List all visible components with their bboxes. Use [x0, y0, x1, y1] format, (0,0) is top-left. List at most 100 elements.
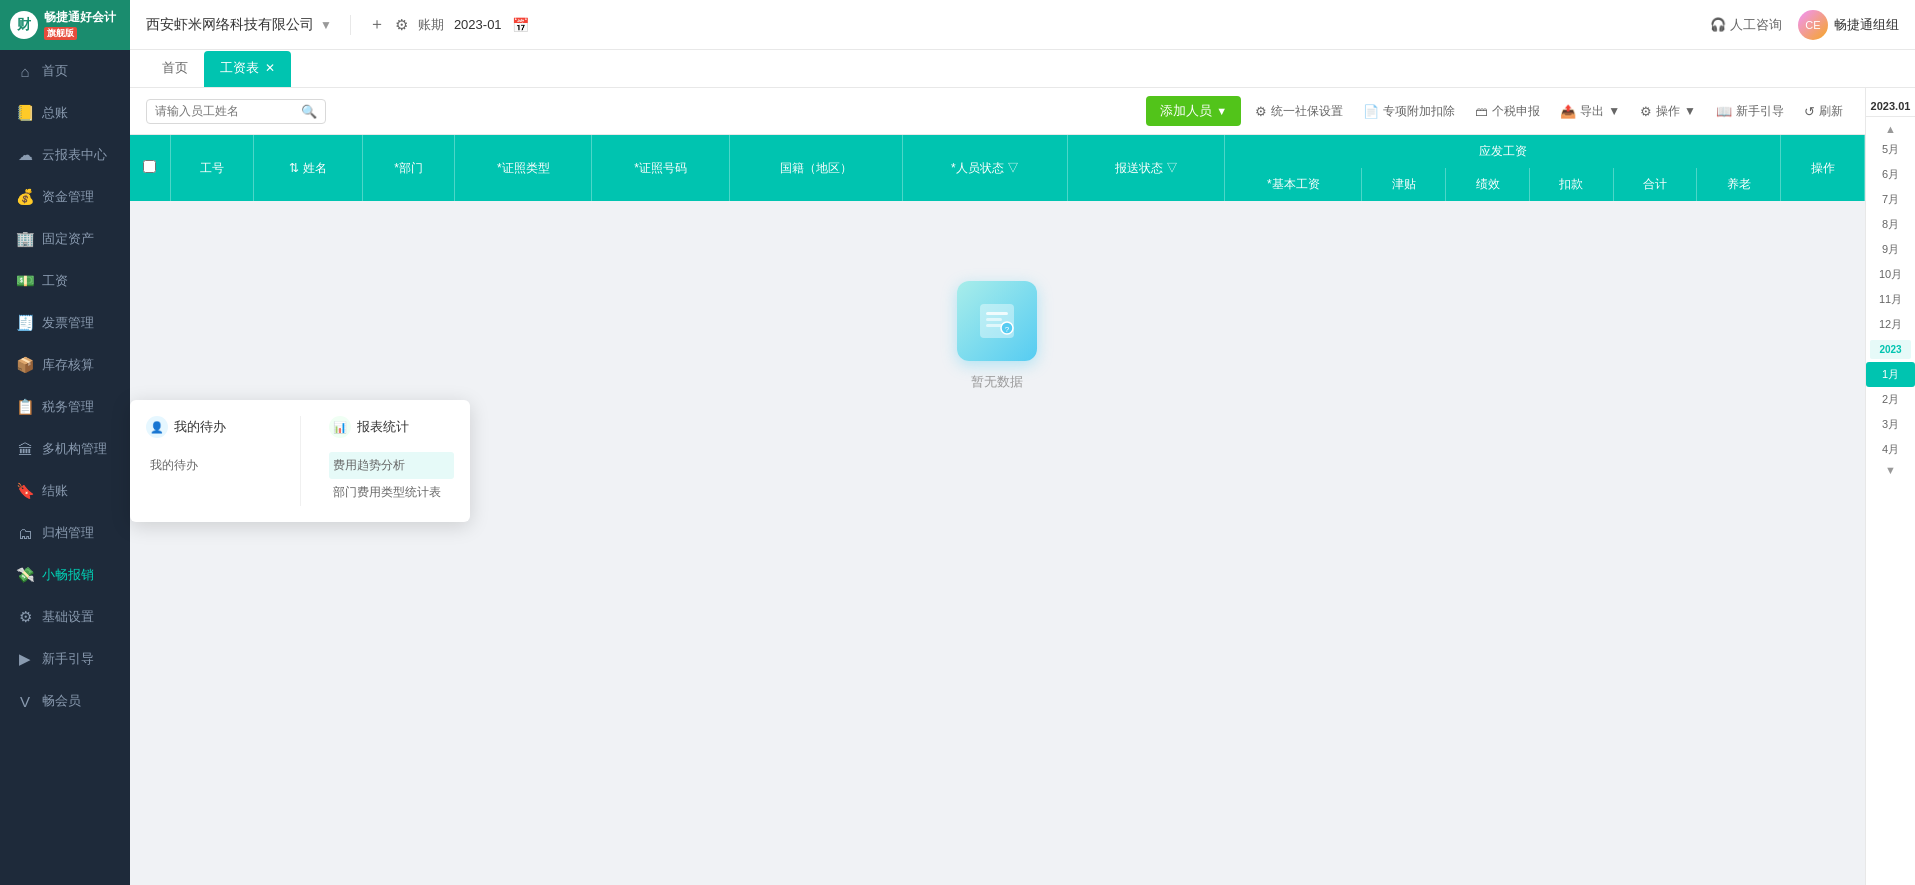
operate-button[interactable]: ⚙ 操作 ▼	[1634, 99, 1702, 124]
toolbar: 🔍 添加人员 ▼ ⚙ 统一社保设置 📄 专项附加扣除	[130, 88, 1865, 135]
company-settings-button[interactable]: ⚙	[395, 16, 408, 34]
header-deduction: 扣款	[1529, 168, 1613, 201]
tab-salary[interactable]: 工资表 ✕	[204, 51, 291, 87]
header-salary-group: 应发工资	[1225, 135, 1781, 168]
header-id-no: *证照号码	[592, 135, 729, 201]
special-deduction-button[interactable]: 📄 专项附加扣除	[1357, 99, 1461, 124]
add-company-button[interactable]: ＋	[369, 14, 385, 35]
sidebar-item-fund[interactable]: 💰 资金管理	[0, 176, 130, 218]
popup-section-report-title: 📊 报表统计	[329, 416, 455, 442]
sidebar-item-fixed-asset[interactable]: 🏢 固定资产	[0, 218, 130, 260]
timeline-month-10[interactable]: 10月	[1866, 262, 1915, 287]
header-allowance: 津贴	[1362, 168, 1446, 201]
timeline-month-11[interactable]: 11月	[1866, 287, 1915, 312]
topbar-right: 🎧 人工咨询 CE 畅捷通组组	[1710, 10, 1899, 40]
sidebar-item-tax[interactable]: 📋 税务管理	[0, 386, 130, 428]
personal-tax-button[interactable]: 🗃 个税申报	[1469, 99, 1546, 124]
sidebar-item-ledger[interactable]: 📒 总账	[0, 92, 130, 134]
tab-close-salary[interactable]: ✕	[265, 61, 275, 75]
period-calendar-icon[interactable]: 📅	[512, 17, 529, 33]
sidebar-item-invoice[interactable]: 🧾 发票管理	[0, 302, 130, 344]
archive-icon: 🗂	[16, 525, 34, 542]
popup-item-my-todo[interactable]: 我的待办	[146, 452, 272, 479]
timeline-month-12[interactable]: 12月	[1866, 312, 1915, 337]
svg-text:?: ?	[1005, 325, 1010, 334]
add-person-button[interactable]: 添加人员 ▼	[1146, 96, 1241, 126]
timeline-month-5[interactable]: 5月	[1866, 137, 1915, 162]
sidebar-item-archive[interactable]: 🗂 归档管理	[0, 512, 130, 554]
refresh-icon: ↺	[1804, 104, 1815, 119]
org-icon: 🏛	[16, 441, 34, 458]
sidebar-item-inventory[interactable]: 📦 库存核算	[0, 344, 130, 386]
logo-icon: 财	[10, 11, 38, 39]
header-name: ⇅ 姓名	[254, 135, 363, 201]
timeline-month-6[interactable]: 6月	[1866, 162, 1915, 187]
no-data-icon: ?	[957, 281, 1037, 361]
social-insurance-icon: ⚙	[1255, 104, 1267, 119]
support-button[interactable]: 🎧 人工咨询	[1710, 16, 1782, 34]
sidebar-item-multi-org[interactable]: 🏛 多机构管理	[0, 428, 130, 470]
sidebar-item-home[interactable]: ⌂ 首页	[0, 50, 130, 92]
sidebar-item-newbie[interactable]: ▶ 新手引导	[0, 638, 130, 680]
operate-chevron-icon: ▼	[1684, 104, 1696, 118]
timeline-month-1[interactable]: 1月	[1866, 362, 1915, 387]
refresh-button[interactable]: ↺ 刷新	[1798, 99, 1849, 124]
add-person-chevron-icon: ▼	[1216, 105, 1227, 117]
logo-text: 畅捷通好会计 旗舰版	[44, 10, 116, 39]
tab-home[interactable]: 首页	[146, 51, 204, 87]
user-info[interactable]: CE 畅捷通组组	[1798, 10, 1899, 40]
search-icon[interactable]: 🔍	[301, 104, 317, 119]
staff-filter-icon[interactable]: ▽	[1007, 161, 1019, 175]
inventory-icon: 📦	[16, 356, 34, 374]
timeline-year-2023: 2023	[1870, 340, 1911, 359]
popup-column-report: 📊 报表统计 费用趋势分析 部门费用类型统计表	[329, 416, 455, 506]
timeline-down-arrow[interactable]: ▼	[1883, 462, 1898, 478]
tabs-bar: 首页 工资表 ✕	[130, 50, 1915, 88]
svg-rect-1	[986, 312, 1008, 315]
export-chevron-icon: ▼	[1608, 104, 1620, 118]
popup-item-cost-trend[interactable]: 费用趋势分析	[329, 452, 455, 479]
timeline-month-8[interactable]: 8月	[1866, 212, 1915, 237]
timeline-month-2[interactable]: 2月	[1866, 387, 1915, 412]
social-insurance-button[interactable]: ⚙ 统一社保设置	[1249, 99, 1349, 124]
header-base-salary: *基本工资	[1225, 168, 1362, 201]
export-icon: 📤	[1560, 104, 1576, 119]
settings-icon: ⚙	[16, 608, 34, 626]
report-filter-icon[interactable]: ▽	[1166, 161, 1178, 175]
play-icon: ▶	[16, 650, 34, 668]
select-all-checkbox[interactable]	[143, 160, 156, 173]
timeline-month-9[interactable]: 9月	[1866, 237, 1915, 262]
sidebar-item-closing[interactable]: 🔖 结账	[0, 470, 130, 512]
user-name: 畅捷通组组	[1834, 16, 1899, 34]
fund-icon: 💰	[16, 188, 34, 206]
export-button[interactable]: 📤 导出 ▼	[1554, 99, 1626, 124]
company-selector[interactable]: 西安虾米网络科技有限公司 ▼	[146, 16, 332, 34]
timeline-month-3[interactable]: 3月	[1866, 412, 1915, 437]
sidebar-item-xiaochang[interactable]: 💸 小畅报销	[0, 554, 130, 596]
sidebar-item-cloud-report[interactable]: ☁ 云报表中心	[0, 134, 130, 176]
sort-name-icon[interactable]: ⇅	[289, 161, 299, 175]
operate-icon: ⚙	[1640, 104, 1652, 119]
app-logo: 财 畅捷通好会计 旗舰版	[0, 0, 130, 50]
todo-section-icon: 👤	[146, 416, 168, 438]
newguide-button[interactable]: 📖 新手引导	[1710, 99, 1790, 124]
search-box: 🔍	[146, 99, 326, 124]
sidebar-item-basic[interactable]: ⚙ 基础设置	[0, 596, 130, 638]
sidebar-item-member[interactable]: V 畅会员	[0, 680, 130, 722]
sidebar-item-salary[interactable]: 💵 工资	[0, 260, 130, 302]
header-nationality: 国籍（地区）	[729, 135, 902, 201]
topbar: 西安虾米网络科技有限公司 ▼ ＋ ⚙ 账期 2023-01 📅 🎧 人工咨询 C…	[130, 0, 1915, 50]
header-checkbox-cell	[130, 135, 170, 201]
company-chevron-icon: ▼	[320, 18, 332, 32]
timeline-month-4[interactable]: 4月	[1866, 437, 1915, 462]
popup-item-dept-cost[interactable]: 部门费用类型统计表	[329, 479, 455, 506]
header-id-type: *证照类型	[455, 135, 592, 201]
search-input[interactable]	[155, 104, 295, 118]
timeline-month-7[interactable]: 7月	[1866, 187, 1915, 212]
timeline-header: 2023.01	[1866, 96, 1915, 117]
tax-icon: 📋	[16, 398, 34, 416]
topbar-divider	[350, 15, 351, 35]
timeline-up-arrow[interactable]: ▲	[1883, 121, 1898, 137]
popup-section-todo-title: 👤 我的待办	[146, 416, 272, 442]
toolbar-right: 添加人员 ▼ ⚙ 统一社保设置 📄 专项附加扣除 🗃 个税申报	[1146, 96, 1849, 126]
